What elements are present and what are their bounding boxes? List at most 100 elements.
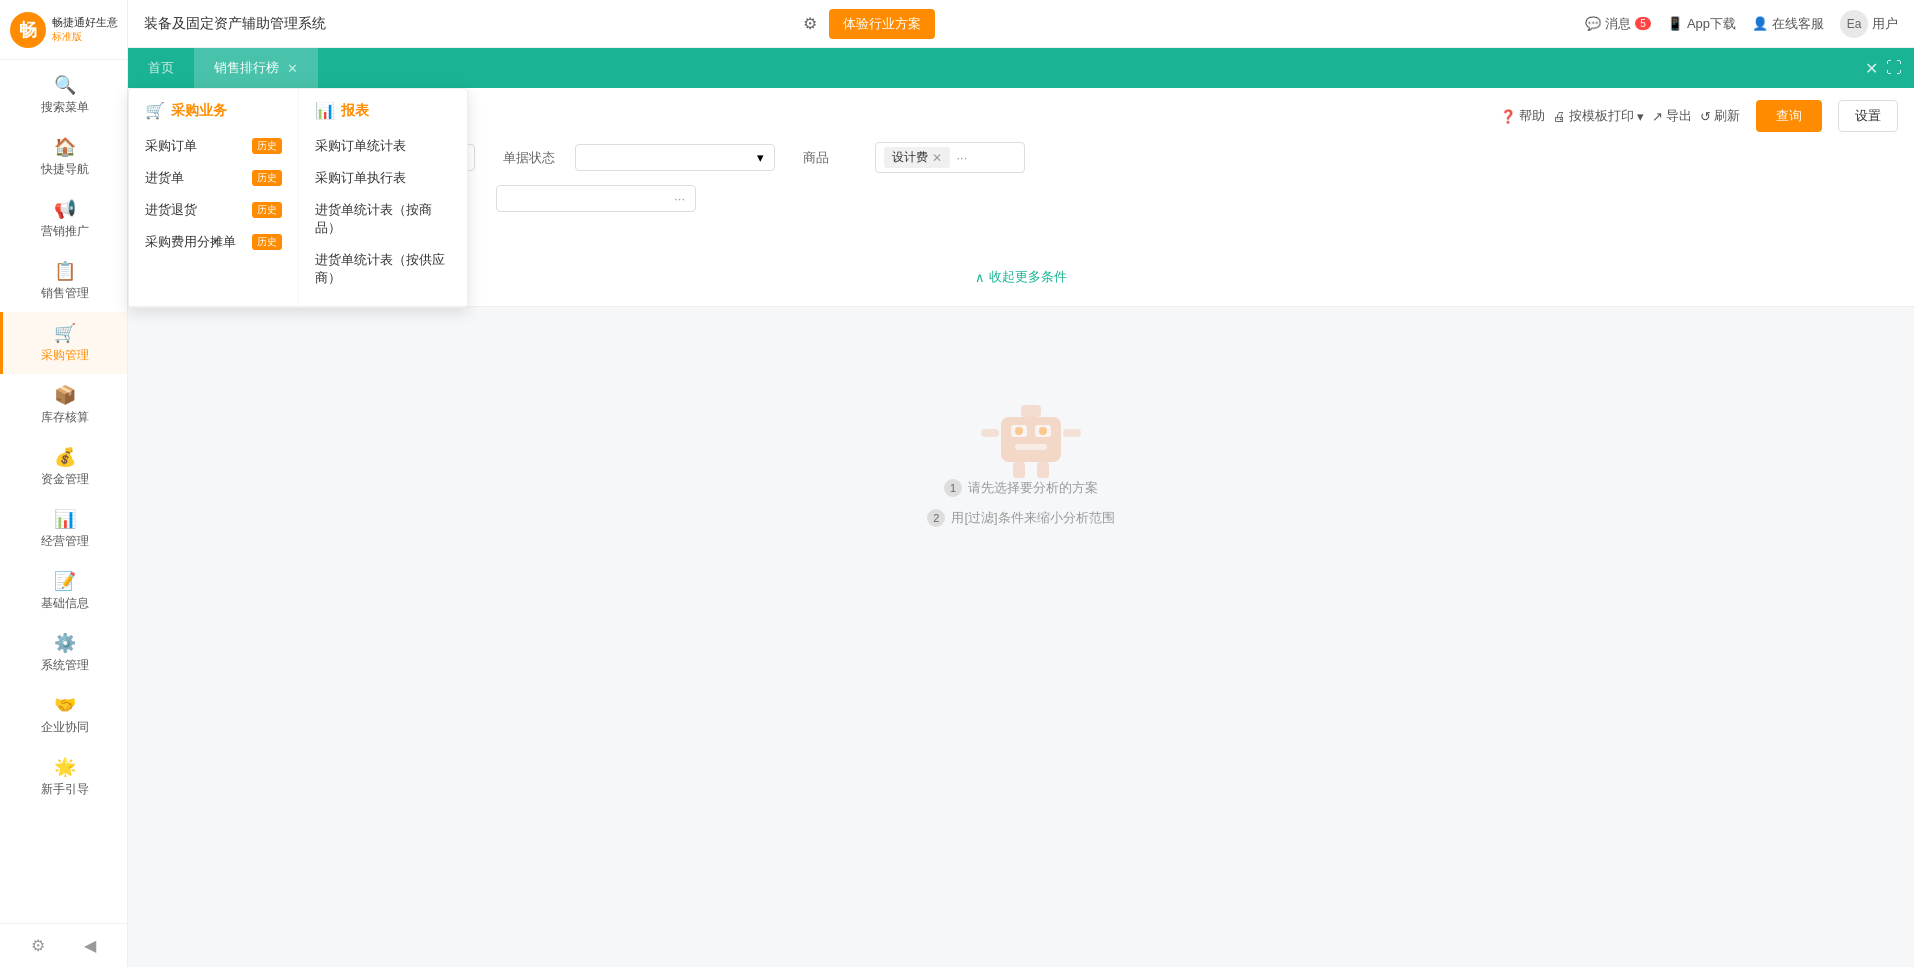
collapse-icon: ∧ — [975, 270, 985, 285]
logo-text-block: 畅捷通好生意 标准版 — [52, 15, 118, 44]
settings-btn[interactable]: ⚙ — [31, 936, 45, 955]
stock-in-stat-product-item[interactable]: 进货单统计表（按商品） — [315, 194, 452, 244]
product-tag-remove[interactable]: ✕ — [932, 151, 942, 165]
purchase-order-stat-label: 采购订单统计表 — [315, 137, 406, 155]
tabs-bar: 首页 销售排行榜 ✕ ✕ ⛶ — [128, 48, 1914, 88]
stock-return-item[interactable]: 进货退货 历史 — [145, 194, 282, 226]
print-dropdown-icon[interactable]: ▾ — [1637, 109, 1644, 124]
sidebar-item-finance[interactable]: 💰 资金管理 — [0, 436, 127, 498]
header-controls: ⚙ 体验行业方案 — [803, 9, 935, 39]
tab-home-label: 首页 — [148, 59, 174, 77]
tab-salesrank[interactable]: 销售排行榜 ✕ — [194, 48, 318, 88]
product-tag-value: 设计费 — [892, 149, 928, 166]
help-btn[interactable]: ❓ 帮助 — [1500, 107, 1545, 125]
user-label: 用户 — [1872, 15, 1898, 33]
order-status-filter[interactable]: ▾ — [575, 144, 775, 171]
app-label: App下载 — [1687, 15, 1736, 33]
sidebar: 畅 畅捷通好生意 标准版 🔍 搜索菜单🏠 快捷导航📢 营销推广📋 销售管理🛒 采… — [0, 0, 128, 967]
tab-expand-btn[interactable]: ⛶ — [1886, 59, 1902, 77]
sidebar-item-purchase[interactable]: 🛒 采购管理 — [0, 312, 127, 374]
app-download-btn[interactable]: 📱 App下载 — [1667, 15, 1736, 33]
industry-btn[interactable]: 体验行业方案 — [829, 9, 935, 39]
logo-area: 畅 畅捷通好生意 标准版 — [0, 0, 127, 60]
sidebar-item-basicinfo[interactable]: 📝 基础信息 — [0, 560, 127, 622]
purchase-expense-item[interactable]: 采购费用分摊单 历史 — [145, 226, 282, 258]
report-section: 📊 报表 采购订单统计表 采购订单执行表 进货单统计表（按商品） 进货单统计表（… — [299, 89, 468, 306]
user-btn[interactable]: Ea 用户 — [1840, 10, 1898, 38]
help-label: 帮助 — [1519, 107, 1545, 125]
tab-close-icon[interactable]: ✕ — [287, 61, 298, 76]
dropdown-header: 🛒 采购业务 采购订单 历史 进货单 历史 进货退货 历史 采购费用分摊单 历史 — [129, 89, 467, 307]
settings-button[interactable]: 设置 — [1838, 100, 1898, 132]
query-button[interactable]: 查询 — [1756, 100, 1822, 132]
enterprise-icon: 🤝 — [54, 694, 76, 716]
collapse-btn[interactable]: ◀ — [84, 936, 96, 955]
sidebar-label-purchase: 采购管理 — [41, 347, 89, 364]
sidebar-label-operation: 经营管理 — [41, 533, 89, 550]
tab-home[interactable]: 首页 — [128, 48, 194, 88]
export-btn[interactable]: ↗ 导出 — [1652, 107, 1692, 125]
svg-rect-5 — [981, 429, 999, 437]
sidebar-item-enterprise[interactable]: 🤝 企业协同 — [0, 684, 127, 746]
messages-badge: 5 — [1635, 17, 1651, 30]
order-status-label: 单据状态 — [503, 149, 563, 167]
purchase-expense-label: 采购费用分摊单 — [145, 233, 236, 251]
print-btn[interactable]: 🖨 按模板打印 ▾ — [1553, 107, 1644, 125]
sidebar-item-search[interactable]: 🔍 搜索菜单 — [0, 64, 127, 126]
stock-in-stat-supplier-label: 进货单统计表（按供应商） — [315, 251, 452, 287]
header-title: 装备及固定资产辅助管理系统 — [144, 15, 795, 33]
avatar: Ea — [1840, 10, 1868, 38]
sidebar-label-system: 系统管理 — [41, 657, 89, 674]
messages-btn[interactable]: 💬 消息 5 — [1585, 15, 1651, 33]
sidebar-item-quicknav[interactable]: 🏠 快捷导航 — [0, 126, 127, 188]
sidebar-item-marketing[interactable]: 📢 营销推广 — [0, 188, 127, 250]
logo-line2: 标准版 — [52, 30, 118, 44]
purchase-order-stat-item[interactable]: 采购订单统计表 — [315, 130, 452, 162]
hint2-text: 用[过滤]条件来缩小分析范围 — [951, 509, 1114, 527]
svg-rect-3 — [1015, 444, 1047, 450]
sidebar-label-finance: 资金管理 — [41, 471, 89, 488]
sidebar-nav: 🔍 搜索菜单🏠 快捷导航📢 营销推广📋 销售管理🛒 采购管理📦 库存核算💰 资金… — [0, 60, 127, 923]
sidebar-item-inventory[interactable]: 📦 库存核算 — [0, 374, 127, 436]
stock-in-item[interactable]: 进货单 历史 — [145, 162, 282, 194]
header-right: 💬 消息 5 📱 App下载 👤 在线客服 Ea 用户 — [1585, 10, 1898, 38]
dropdown-menu: 🛒 采购业务 采购订单 历史 进货单 历史 进货退货 历史 采购费用分摊单 历史 — [128, 88, 468, 308]
finance-icon: 💰 — [54, 446, 76, 468]
report-title-text: 报表 — [341, 102, 369, 120]
sidebar-label-marketing: 营销推广 — [41, 223, 89, 240]
sidebar-item-sales[interactable]: 📋 销售管理 — [0, 250, 127, 312]
stock-in-stat-supplier-item[interactable]: 进货单统计表（按供应商） — [315, 244, 452, 294]
sidebar-label-basicinfo: 基础信息 — [41, 595, 89, 612]
refresh-icon: ↺ — [1700, 109, 1711, 124]
messages-label: 消息 — [1605, 15, 1631, 33]
refresh-btn[interactable]: ↺ 刷新 — [1700, 107, 1740, 125]
basicinfo-icon: 📝 — [54, 570, 76, 592]
stock-return-label: 进货退货 — [145, 201, 197, 219]
service-btn[interactable]: 👤 在线客服 — [1752, 15, 1824, 33]
product-filter-dots[interactable]: ··· — [956, 150, 967, 165]
sidebar-item-system[interactable]: ⚙️ 系统管理 — [0, 622, 127, 684]
purchase-order-item[interactable]: 采购订单 历史 — [145, 130, 282, 162]
tab-close-btn[interactable]: ✕ — [1865, 59, 1878, 78]
sidebar-item-operation[interactable]: 📊 经营管理 — [0, 498, 127, 560]
newguide-icon: 🌟 — [54, 756, 76, 778]
purchase-order-exec-item[interactable]: 采购订单执行表 — [315, 162, 452, 194]
sidebar-label-inventory: 库存核算 — [41, 409, 89, 426]
gear-icon[interactable]: ⚙ — [803, 14, 817, 33]
stock-in-label: 进货单 — [145, 169, 184, 187]
toolbar-btns: ❓ 帮助 🖨 按模板打印 ▾ ↗ 导出 ↺ 刷新 — [1500, 107, 1740, 125]
tab-salesrank-label: 销售排行榜 — [214, 59, 279, 77]
service-icon: 👤 — [1752, 16, 1768, 31]
sidebar-label-quicknav: 快捷导航 — [41, 161, 89, 178]
stock-return-history: 历史 — [252, 202, 282, 218]
operation-icon: 📊 — [54, 508, 76, 530]
order-status-dropdown-icon[interactable]: ▾ — [757, 150, 764, 165]
svg-rect-4 — [1021, 405, 1041, 417]
salesperson-dots[interactable]: ··· — [674, 191, 685, 206]
purchase-section-icon: 🛒 — [145, 101, 165, 120]
marketing-icon: 📢 — [54, 198, 76, 220]
svg-rect-6 — [1063, 429, 1081, 437]
empty-state: 1 请先选择要分析的方案 2 用[过滤]条件来缩小分析范围 — [128, 307, 1914, 607]
salesperson-filter[interactable]: ··· — [496, 185, 696, 212]
sidebar-item-newguide[interactable]: 🌟 新手引导 — [0, 746, 127, 808]
